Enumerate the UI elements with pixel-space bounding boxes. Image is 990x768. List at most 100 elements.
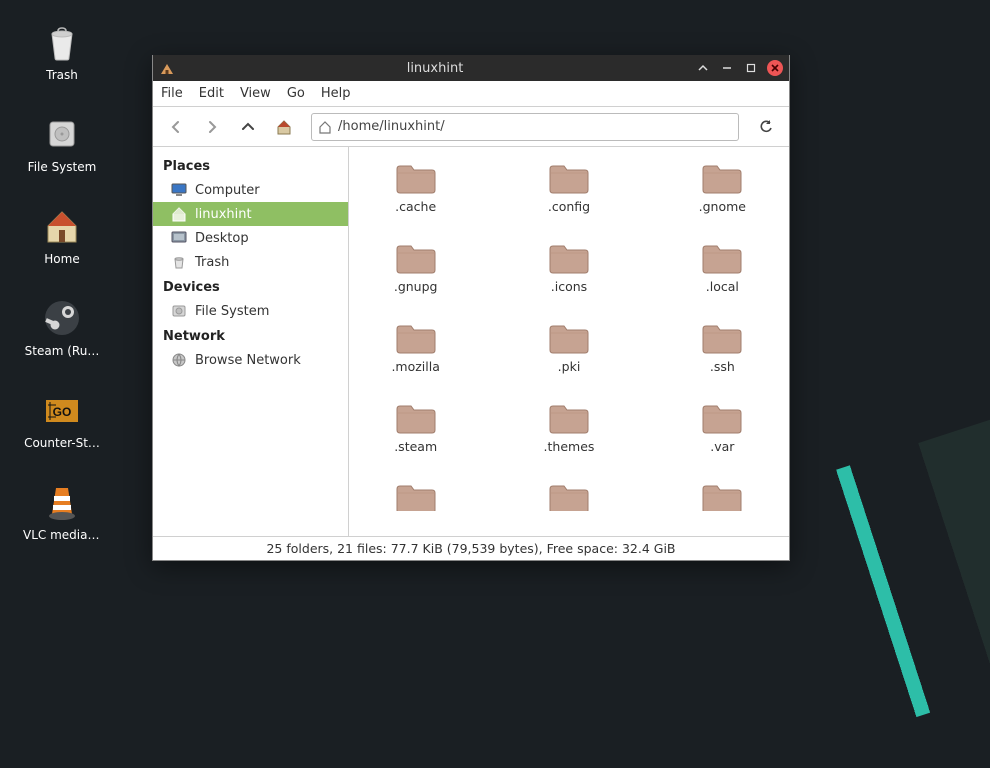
- monitor-icon: [171, 182, 187, 198]
- desktop-icon-label: Home: [44, 252, 79, 266]
- menubar: File Edit View Go Help: [153, 81, 789, 107]
- folder-label: .config: [548, 199, 590, 214]
- desktop-icon: [171, 230, 187, 246]
- desktop-icon-home[interactable]: Home: [22, 206, 102, 266]
- sidebar-item-label: Browse Network: [195, 353, 301, 368]
- sidebar-item-browse-network[interactable]: Browse Network: [153, 348, 348, 372]
- folder-item[interactable]: .steam: [359, 401, 472, 463]
- folder-icon: [547, 321, 591, 355]
- home-sm-icon: [171, 206, 187, 222]
- folder-item[interactable]: .pki: [512, 321, 625, 383]
- folder-item[interactable]: [512, 481, 625, 511]
- roll-up-button[interactable]: [695, 60, 711, 76]
- folder-icon: [394, 161, 438, 195]
- status-bar: 25 folders, 21 files: 77.7 KiB (79,539 b…: [153, 536, 789, 560]
- folder-item[interactable]: .themes: [512, 401, 625, 463]
- sidebar-heading: Devices: [153, 274, 348, 299]
- folder-item[interactable]: .gnome: [666, 161, 779, 223]
- folder-icon: [700, 401, 744, 435]
- sidebar-item-linuxhint[interactable]: linuxhint: [153, 202, 348, 226]
- menu-edit[interactable]: Edit: [199, 86, 224, 101]
- desktop-icon-label: File System: [28, 160, 97, 174]
- folder-item[interactable]: .mozilla: [359, 321, 472, 383]
- drive-sm-icon: [171, 303, 187, 319]
- folder-item[interactable]: .gnupg: [359, 241, 472, 303]
- trash-icon: [42, 22, 82, 62]
- reload-button[interactable]: [751, 112, 781, 142]
- home-icon: [318, 120, 332, 134]
- desktop-icon-trash[interactable]: Trash: [22, 22, 102, 82]
- desktop-icons: Trash File System Home Steam (Ru… GO Coun…: [22, 22, 102, 542]
- folder-icon: [394, 241, 438, 275]
- sidebar-item-label: Desktop: [195, 231, 249, 246]
- home-button[interactable]: [269, 112, 299, 142]
- folder-label: .themes: [544, 439, 595, 454]
- up-button[interactable]: [233, 112, 263, 142]
- folder-item[interactable]: [666, 481, 779, 511]
- folder-item[interactable]: .cache: [359, 161, 472, 223]
- titlebar: linuxhint: [153, 55, 789, 81]
- folder-label: .ssh: [710, 359, 735, 374]
- sidebar-heading: Places: [153, 153, 348, 178]
- sidebar-item-label: Trash: [195, 255, 229, 270]
- folder-icon: [394, 401, 438, 435]
- menu-go[interactable]: Go: [287, 86, 305, 101]
- folder-icon: [547, 481, 591, 511]
- desktop-icon-vlc[interactable]: VLC media …: [22, 482, 102, 542]
- sidebar-item-label: Computer: [195, 183, 260, 198]
- folder-icon: [547, 241, 591, 275]
- desktop-icon-steam[interactable]: Steam (Ru…: [22, 298, 102, 358]
- sidebar: Places Computer linuxhint Desktop Trash D…: [153, 147, 349, 536]
- folder-item[interactable]: .ssh: [666, 321, 779, 383]
- folder-label: .icons: [551, 279, 587, 294]
- location-path: /home/linuxhint/: [338, 119, 732, 134]
- sidebar-item-label: linuxhint: [195, 207, 252, 222]
- sidebar-item-label: File System: [195, 304, 269, 319]
- menu-help[interactable]: Help: [321, 86, 351, 101]
- sidebar-item-computer[interactable]: Computer: [153, 178, 348, 202]
- folder-item[interactable]: .local: [666, 241, 779, 303]
- folder-item[interactable]: .config: [512, 161, 625, 223]
- window-body: Places Computer linuxhint Desktop Trash D…: [153, 147, 789, 536]
- folder-label: .cache: [395, 199, 436, 214]
- desktop-icon-file-system[interactable]: File System: [22, 114, 102, 174]
- minimize-button[interactable]: [719, 60, 735, 76]
- trash-sm-icon: [171, 254, 187, 270]
- folder-label: .pki: [558, 359, 581, 374]
- location-bar[interactable]: /home/linuxhint/: [311, 113, 739, 141]
- maximize-button[interactable]: [743, 60, 759, 76]
- folder-label: .gnome: [699, 199, 746, 214]
- vlc-icon: [42, 482, 82, 522]
- sidebar-item-trash[interactable]: Trash: [153, 250, 348, 274]
- folder-icon: [394, 321, 438, 355]
- desktop-icon-label: VLC media …: [23, 528, 101, 542]
- csgo-icon: GO: [42, 390, 82, 430]
- folder-icon: [700, 481, 744, 511]
- window-title: linuxhint: [183, 61, 687, 76]
- sidebar-item-file-system[interactable]: File System: [153, 299, 348, 323]
- folder-icon: [700, 321, 744, 355]
- desktop-icon-csgo[interactable]: GO Counter-St…: [22, 390, 102, 450]
- folder-item[interactable]: .var: [666, 401, 779, 463]
- app-icon: [159, 60, 175, 76]
- toolbar: /home/linuxhint/: [153, 107, 789, 147]
- back-button[interactable]: [161, 112, 191, 142]
- desktop-icon-label: Trash: [46, 68, 78, 82]
- close-button[interactable]: [767, 60, 783, 76]
- folder-label: .steam: [394, 439, 437, 454]
- folder-icon: [547, 401, 591, 435]
- content-area: .cache .config .gnome .gnupg .icons .loc…: [349, 147, 789, 536]
- sidebar-item-desktop[interactable]: Desktop: [153, 226, 348, 250]
- folder-label: .local: [706, 279, 739, 294]
- globe-icon: [171, 352, 187, 368]
- folder-label: .gnupg: [394, 279, 438, 294]
- forward-button[interactable]: [197, 112, 227, 142]
- file-manager-window: linuxhint File Edit View Go Help /home/linux…: [152, 55, 790, 561]
- folder-icon: [394, 481, 438, 511]
- folder-label: .mozilla: [391, 359, 439, 374]
- folder-item[interactable]: .icons: [512, 241, 625, 303]
- menu-view[interactable]: View: [240, 86, 271, 101]
- folder-item[interactable]: [359, 481, 472, 511]
- menu-file[interactable]: File: [161, 86, 183, 101]
- folder-label: .var: [710, 439, 734, 454]
